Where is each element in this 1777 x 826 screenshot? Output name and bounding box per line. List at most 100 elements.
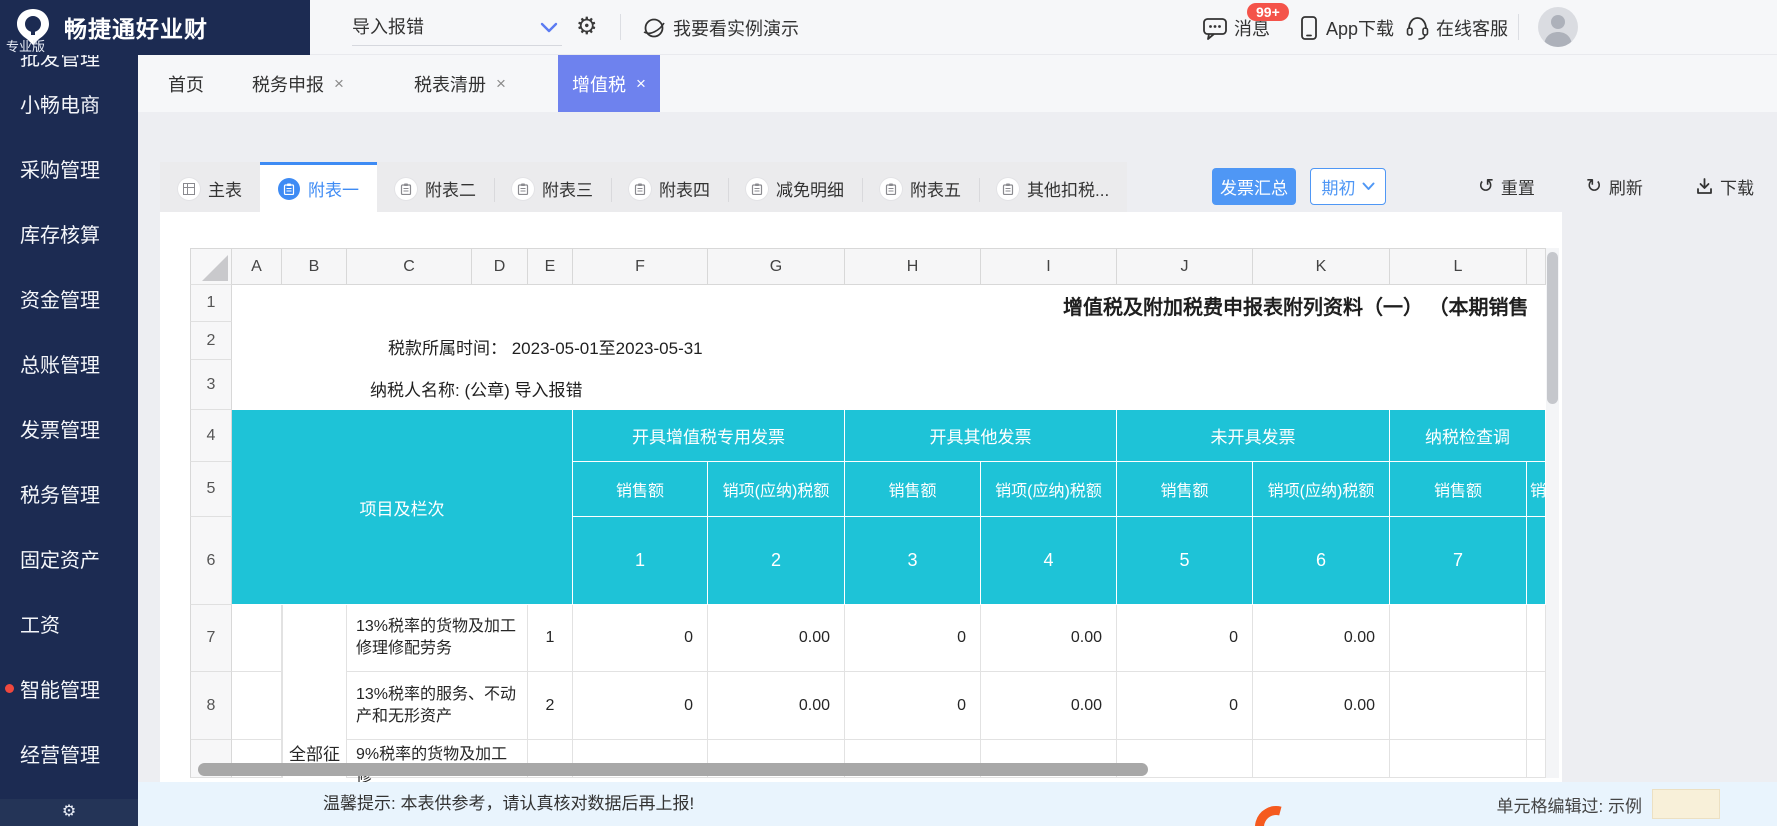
cell-partial[interactable] <box>1527 605 1546 672</box>
cell-value[interactable]: 0 <box>573 605 708 672</box>
row-number[interactable]: 4 <box>190 410 232 462</box>
horizontal-scrollbar[interactable] <box>198 763 1148 776</box>
subtab-main-table[interactable]: 主表 <box>160 162 260 212</box>
cell-value[interactable]: 0 <box>573 672 708 740</box>
cell-line-no[interactable]: 2 <box>528 672 573 740</box>
cell-value[interactable]: 0.00 <box>1253 672 1390 740</box>
subtab-appendix-1[interactable]: 附表一 <box>260 162 377 212</box>
vertical-scrollbar[interactable] <box>1546 248 1559 778</box>
tab-tax-declare[interactable]: 税务申报 × <box>238 55 358 112</box>
column-header-e[interactable]: E <box>528 248 573 285</box>
app-download-button[interactable]: App下载 <box>1298 14 1394 42</box>
column-header-l[interactable]: L <box>1390 248 1527 285</box>
refresh-button[interactable]: ↻ 刷新 <box>1586 168 1643 205</box>
sidebar-item-purchase[interactable]: 采购管理 <box>0 136 138 201</box>
sidebar-settings-gear-icon[interactable]: ⚙ <box>0 799 138 826</box>
subtab-reduction-detail[interactable]: 减免明细 <box>728 162 862 212</box>
column-header-c[interactable]: C <box>347 248 472 285</box>
avatar[interactable] <box>1538 7 1578 47</box>
cell-value[interactable]: 0 <box>1117 672 1253 740</box>
reset-button[interactable]: ↺ 重置 <box>1478 168 1535 205</box>
column-header-i[interactable]: I <box>981 248 1117 285</box>
sidebar-item-wholesale[interactable]: 批发管理 <box>0 55 138 71</box>
subtab-appendix-5[interactable]: 附表五 <box>862 162 979 212</box>
row-number[interactable]: 1 <box>190 285 232 322</box>
tab-tax-register[interactable]: 税表清册 × <box>400 55 520 112</box>
row-number[interactable]: 3 <box>190 360 232 410</box>
column-header-f[interactable]: F <box>573 248 708 285</box>
cell-value[interactable]: 0.00 <box>708 605 845 672</box>
cell-category-merged[interactable]: 全部征 <box>282 605 347 778</box>
cell-partial[interactable] <box>1527 740 1546 778</box>
header-col-num: 7 <box>1390 517 1527 605</box>
column-header-a[interactable]: A <box>232 248 282 285</box>
column-header-g[interactable]: G <box>708 248 845 285</box>
sidebar-item-invoice[interactable]: 发票管理 <box>0 396 138 461</box>
header-group-other-invoice: 开具其他发票 <box>845 410 1117 462</box>
cell-a8[interactable] <box>232 672 282 740</box>
settings-gear-icon[interactable]: ⚙ <box>576 12 598 42</box>
cell-value[interactable]: 0 <box>845 672 981 740</box>
chevron-down-icon <box>1362 182 1374 190</box>
cell-item-desc[interactable]: 13%税率的服务、不动产和无形资产 <box>347 672 528 740</box>
row-number[interactable]: 8 <box>190 672 232 740</box>
select-all-corner[interactable] <box>190 248 232 285</box>
cell-edited-label: 单元格编辑过: 示例 <box>1496 796 1642 816</box>
cell-a7[interactable] <box>232 605 282 672</box>
demo-link[interactable]: 我要看实例演示 <box>642 14 799 42</box>
sidebar-item-payroll[interactable]: 工资 <box>0 591 138 656</box>
row-number[interactable]: 5 <box>190 462 232 517</box>
close-icon[interactable]: × <box>636 74 646 94</box>
cell-value-empty[interactable] <box>1390 672 1527 740</box>
column-header-partial[interactable] <box>1527 248 1546 285</box>
column-header-b[interactable]: B <box>282 248 347 285</box>
cell-value[interactable]: 0 <box>1117 605 1253 672</box>
sidebar-item-inventory[interactable]: 库存核算 <box>0 201 138 266</box>
close-icon[interactable]: × <box>334 74 344 94</box>
sidebar-item-smart-mgmt[interactable]: 智能管理 <box>0 656 138 721</box>
invoice-summary-button[interactable]: 发票汇总 <box>1212 168 1296 205</box>
cell-partial[interactable] <box>1527 672 1546 740</box>
subtab-appendix-2[interactable]: 附表二 <box>377 162 494 212</box>
tab-vat[interactable]: 增值税 × <box>558 55 660 112</box>
sheet-subtabs: 主表 附表一 附表二 附表三 附表四 减免明细 附表五 其他扣税... <box>160 162 1128 212</box>
sidebar-item-operations[interactable]: 经营管理 <box>0 721 138 786</box>
tab-home[interactable]: 首页 <box>154 55 218 112</box>
row-number[interactable]: 6 <box>190 517 232 605</box>
column-header-j[interactable]: J <box>1117 248 1253 285</box>
row-1-content[interactable]: 增值税及附加税费申报表附列资料（一） （本期销售 <box>232 285 1546 322</box>
demo-play-icon <box>643 18 665 38</box>
sidebar-item-fixed-assets[interactable]: 固定资产 <box>0 526 138 591</box>
period-start-button[interactable]: 期初 <box>1310 168 1386 205</box>
row-2-content[interactable]: 税款所属时间： 2023-05-01至2023-05-31 <box>232 322 1546 360</box>
subtab-appendix-4[interactable]: 附表四 <box>611 162 728 212</box>
cell-item-desc[interactable]: 13%税率的货物及加工修理修配劳务 <box>347 605 528 672</box>
row-3-content[interactable]: 纳税人名称: (公章) 导入报错 <box>232 360 1546 410</box>
subtab-other-deduction[interactable]: 其他扣税... <box>979 162 1127 212</box>
org-dropdown[interactable]: 导入报错 <box>352 12 562 46</box>
column-header-d[interactable]: D <box>472 248 528 285</box>
sidebar-item-ledger[interactable]: 总账管理 <box>0 331 138 396</box>
cell-value-empty[interactable] <box>1253 740 1390 778</box>
cell-line-no[interactable]: 1 <box>528 605 573 672</box>
row-number[interactable]: 7 <box>190 605 232 672</box>
sidebar-item-ecommerce[interactable]: 小畅电商 <box>0 71 138 136</box>
sidebar-item-funds[interactable]: 资金管理 <box>0 266 138 331</box>
online-service-button[interactable]: 在线客服 <box>1405 14 1508 42</box>
close-icon[interactable]: × <box>496 74 506 94</box>
column-header-h[interactable]: H <box>845 248 981 285</box>
floating-widget-icon[interactable] <box>1247 798 1305 826</box>
cell-value[interactable]: 0.00 <box>708 672 845 740</box>
cell-value[interactable]: 0.00 <box>981 672 1117 740</box>
cell-value-empty[interactable] <box>1390 605 1527 672</box>
cell-value[interactable]: 0 <box>845 605 981 672</box>
row-number[interactable]: 2 <box>190 322 232 360</box>
cell-value-empty[interactable] <box>1390 740 1527 778</box>
cell-value[interactable]: 0.00 <box>981 605 1117 672</box>
download-button[interactable]: 下载 <box>1696 168 1754 205</box>
column-header-k[interactable]: K <box>1253 248 1390 285</box>
vertical-scrollbar-thumb[interactable] <box>1547 252 1558 404</box>
subtab-appendix-3[interactable]: 附表三 <box>494 162 611 212</box>
sidebar-item-tax[interactable]: 税务管理 <box>0 461 138 526</box>
cell-value[interactable]: 0.00 <box>1253 605 1390 672</box>
